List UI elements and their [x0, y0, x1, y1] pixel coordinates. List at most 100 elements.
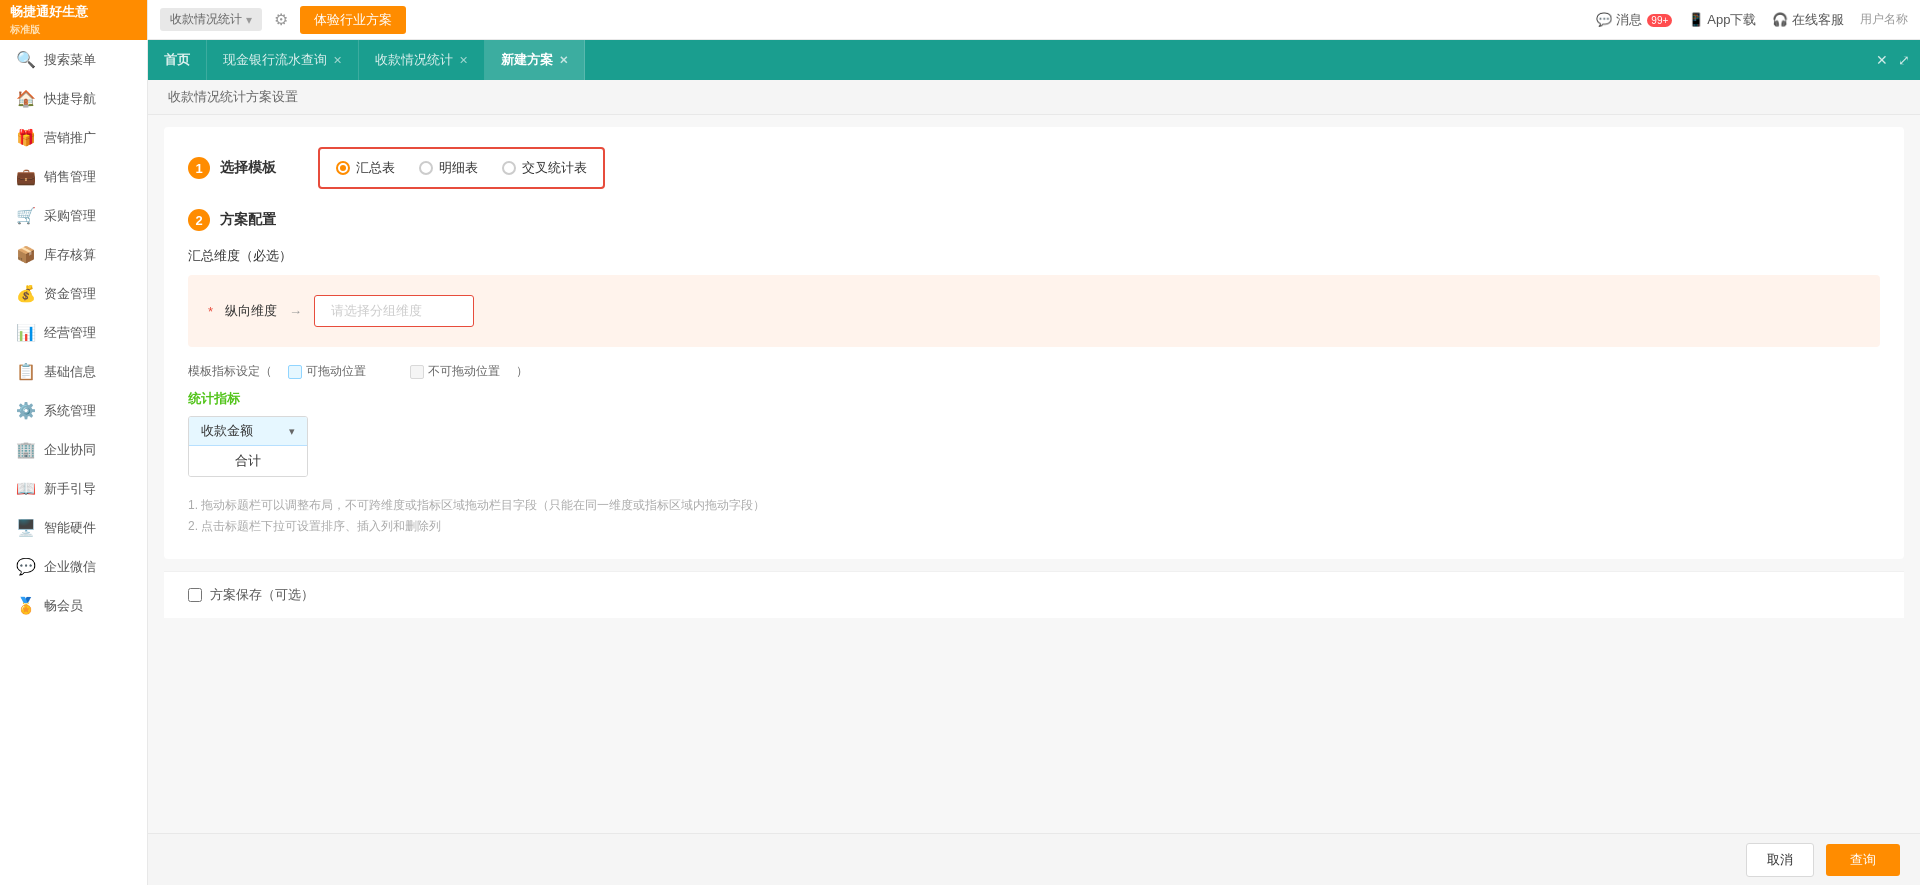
- save-label: 方案保存（可选）: [210, 586, 314, 604]
- message-badge: 99+: [1647, 14, 1672, 27]
- tab-home[interactable]: 首页: [148, 40, 207, 80]
- sidebar-item-sales[interactable]: 💼 销售管理: [0, 157, 147, 196]
- user-name: 用户名称: [1860, 11, 1908, 28]
- tabbar-right: ✕ ⤢: [1866, 40, 1920, 80]
- radio-cross-circle: [502, 161, 516, 175]
- sidebar-item-label: 基础信息: [44, 363, 96, 381]
- sidebar-item-basic[interactable]: 📋 基础信息: [0, 352, 147, 391]
- operation-icon: 📊: [16, 323, 36, 342]
- sidebar-item-label: 营销推广: [44, 129, 96, 147]
- finance-icon: 💰: [16, 284, 36, 303]
- sidebar-item-label: 畅会员: [44, 597, 83, 615]
- system-icon: ⚙️: [16, 401, 36, 420]
- trial-button[interactable]: 体验行业方案: [300, 6, 406, 34]
- sidebar-item-operation[interactable]: 📊 经营管理: [0, 313, 147, 352]
- vertical-dim-select[interactable]: 请选择分组维度: [314, 295, 474, 327]
- sidebar-item-hardware[interactable]: 🖥️ 智能硬件: [0, 508, 147, 547]
- dimension-row: * 纵向维度 → 请选择分组维度: [208, 295, 1860, 327]
- sidebar-item-label: 搜索菜单: [44, 51, 96, 69]
- step2-label: 方案配置: [220, 211, 276, 229]
- indicator-dropdown-icon[interactable]: ▾: [289, 425, 295, 438]
- sidebar-item-guide[interactable]: 📖 新手引导: [0, 469, 147, 508]
- step2-section: 2 方案配置 汇总维度（必选） * 纵向维度 → 请选择分组维度: [188, 209, 1880, 535]
- tab-receipt-close-icon[interactable]: ✕: [459, 54, 468, 67]
- sidebar-item-label: 快捷导航: [44, 90, 96, 108]
- message-button[interactable]: 💬 消息 99+: [1596, 11, 1672, 29]
- tab-new-plan[interactable]: 新建方案 ✕: [485, 40, 585, 80]
- breadcrumb-text: 收款情况统计: [170, 11, 242, 28]
- dim-arrow-icon: →: [289, 304, 302, 319]
- tab-bank-close-icon[interactable]: ✕: [333, 54, 342, 67]
- tab-home-label: 首页: [164, 51, 190, 69]
- basic-icon: 📋: [16, 362, 36, 381]
- sidebar-item-system[interactable]: ⚙️ 系统管理: [0, 391, 147, 430]
- sidebar-item-member[interactable]: 🏅 畅会员: [0, 586, 147, 625]
- sidebar-logo: 畅捷通好生意 标准版: [0, 0, 147, 40]
- download-button[interactable]: 📱 App下载: [1688, 11, 1756, 29]
- radio-cross-label: 交叉统计表: [522, 159, 587, 177]
- radio-summary[interactable]: 汇总表: [336, 159, 395, 177]
- sidebar-item-inventory[interactable]: 📦 库存核算: [0, 235, 147, 274]
- section-card: 1 选择模板 汇总表 明细表 交叉统计表: [164, 127, 1904, 559]
- hardware-icon: 🖥️: [16, 518, 36, 537]
- cancel-button[interactable]: 取消: [1746, 843, 1814, 877]
- sidebar: 畅捷通好生意 标准版 🔍 搜索菜单 🏠 快捷导航 🎁 营销推广 💼 销售管理 🛒…: [0, 0, 148, 885]
- radio-summary-circle: [336, 161, 350, 175]
- save-checkbox[interactable]: [188, 588, 202, 602]
- step2-header: 2 方案配置: [188, 209, 1880, 231]
- tab-receipt[interactable]: 收款情况统计 ✕: [359, 40, 485, 80]
- corp-icon: 🏢: [16, 440, 36, 459]
- tab-new-plan-label: 新建方案: [501, 51, 553, 69]
- indicators-legend: 模板指标设定（ 可拖动位置 不可拖动位置 ）: [188, 363, 1880, 380]
- indicator-card-header-text: 收款金额: [201, 422, 253, 440]
- sidebar-item-nav[interactable]: 🏠 快捷导航: [0, 79, 147, 118]
- tab-receipt-label: 收款情况统计: [375, 51, 453, 69]
- sidebar-item-label: 资金管理: [44, 285, 96, 303]
- sidebar-item-label: 库存核算: [44, 246, 96, 264]
- gear-icon[interactable]: ⚙: [274, 10, 288, 29]
- sidebar-item-marketing[interactable]: 🎁 营销推广: [0, 118, 147, 157]
- service-button[interactable]: 🎧 在线客服: [1772, 11, 1844, 29]
- sidebar-item-finance[interactable]: 💰 资金管理: [0, 274, 147, 313]
- tip-2: 2. 点击标题栏下拉可设置排序、插入列和删除列: [188, 518, 1880, 535]
- indicator-card-header[interactable]: 收款金额 ▾: [189, 417, 307, 446]
- sidebar-item-search[interactable]: 🔍 搜索菜单: [0, 40, 147, 79]
- save-section: 方案保存（可选）: [164, 571, 1904, 618]
- tab-bank[interactable]: 现金银行流水查询 ✕: [207, 40, 359, 80]
- indicator-card: 收款金额 ▾ 合计: [188, 416, 308, 477]
- sidebar-item-label: 经营管理: [44, 324, 96, 342]
- step1-label: 选择模板: [220, 159, 276, 177]
- dimension-area: * 纵向维度 → 请选择分组维度: [188, 275, 1880, 347]
- dimension-section-label: 汇总维度（必选）: [188, 247, 1880, 265]
- tab-new-plan-close-icon[interactable]: ✕: [559, 54, 568, 67]
- radio-detail[interactable]: 明细表: [419, 159, 478, 177]
- dimension-section-text: 汇总维度（必选）: [188, 248, 292, 263]
- vertical-dim-placeholder: 请选择分组维度: [331, 303, 422, 318]
- legend-close-bracket: ）: [516, 363, 528, 380]
- sidebar-item-corp[interactable]: 🏢 企业协同: [0, 430, 147, 469]
- wechat-icon: 💬: [16, 557, 36, 576]
- required-star: *: [208, 304, 213, 319]
- sidebar-item-label: 智能硬件: [44, 519, 96, 537]
- draggable-box-icon: [288, 365, 302, 379]
- inventory-icon: 📦: [16, 245, 36, 264]
- sidebar-item-purchase[interactable]: 🛒 采购管理: [0, 196, 147, 235]
- member-icon: 🏅: [16, 596, 36, 615]
- home-icon: 🏠: [16, 89, 36, 108]
- indicators-section: 模板指标设定（ 可拖动位置 不可拖动位置 ） 统计指标: [188, 363, 1880, 477]
- page-title-text: 收款情况统计方案设置: [168, 89, 298, 104]
- search-icon: 🔍: [16, 50, 36, 69]
- legend-separator: [382, 363, 394, 380]
- breadcrumb-chevron-icon: ▾: [246, 13, 252, 27]
- indicator-card-body: 合计: [189, 446, 307, 476]
- tabbar-close-icon[interactable]: ✕: [1876, 52, 1888, 68]
- radio-cross[interactable]: 交叉统计表: [502, 159, 587, 177]
- tabbar-expand-icon[interactable]: ⤢: [1898, 52, 1910, 68]
- logo-edition: 标准版: [10, 23, 88, 37]
- indicators-legend-title: 模板指标设定（: [188, 363, 272, 380]
- content-area: 收款情况统计方案设置 1 选择模板 汇总表 明细表: [148, 80, 1920, 885]
- sidebar-item-label: 采购管理: [44, 207, 96, 225]
- sidebar-item-wechat[interactable]: 💬 企业微信: [0, 547, 147, 586]
- query-button[interactable]: 查询: [1826, 844, 1900, 876]
- tab-bank-label: 现金银行流水查询: [223, 51, 327, 69]
